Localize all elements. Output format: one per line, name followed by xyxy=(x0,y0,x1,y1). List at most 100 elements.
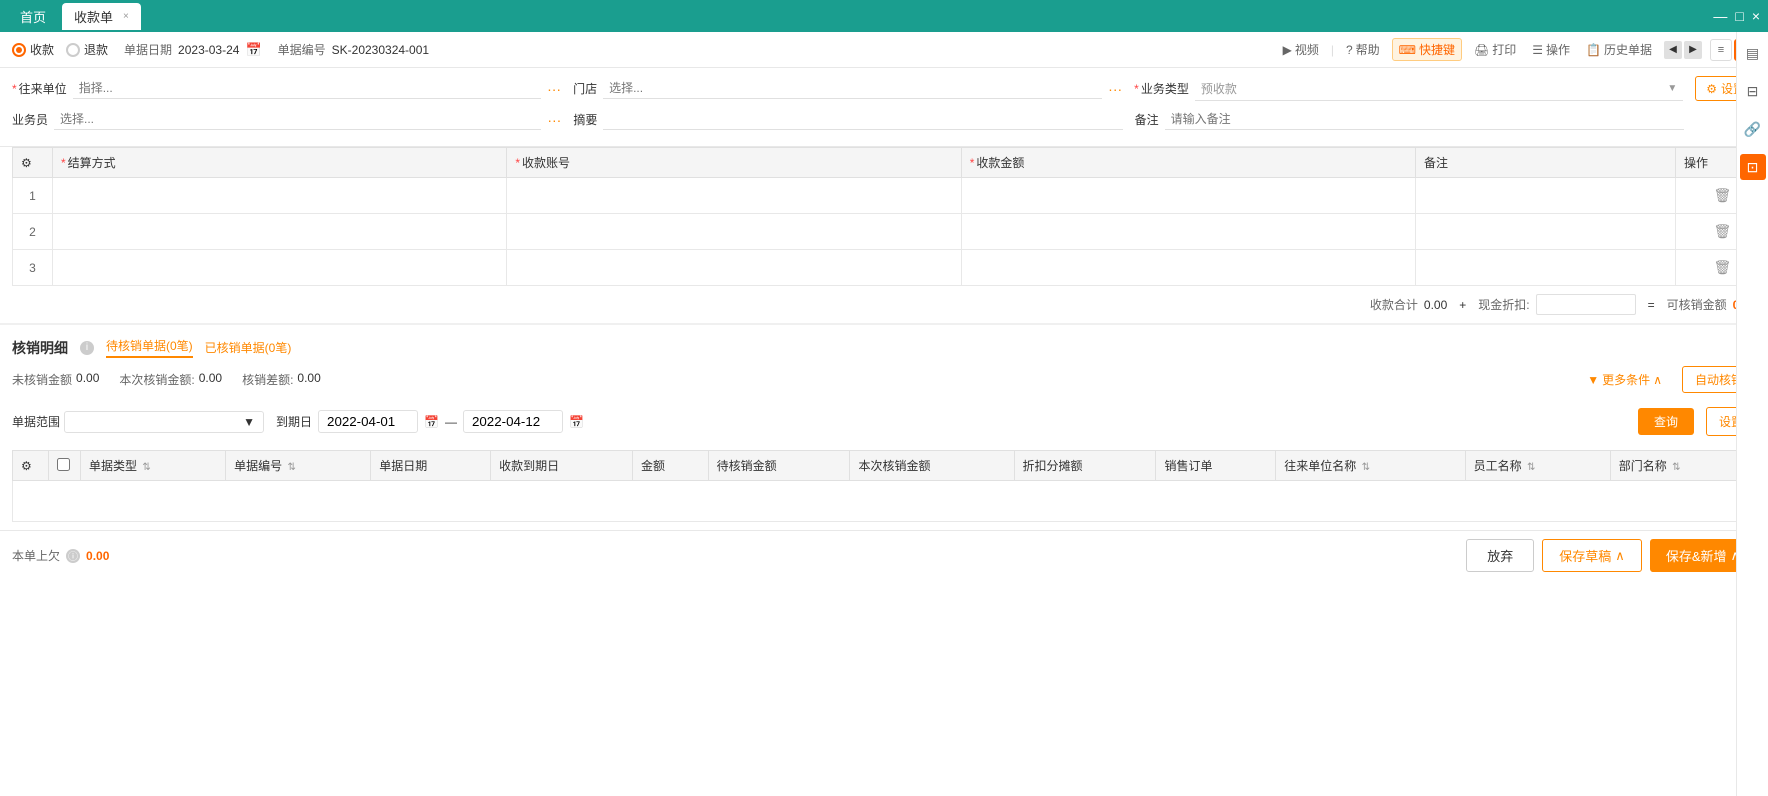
delete-row-2-button[interactable]: 🗑 xyxy=(1713,223,1731,240)
abandon-button[interactable]: 放弃 xyxy=(1466,539,1534,572)
tab-home[interactable]: 首页 xyxy=(8,3,58,30)
maximize-button[interactable]: □ xyxy=(1735,8,1743,24)
help-label: 帮助 xyxy=(1356,41,1380,58)
staff-more-icon[interactable]: ··· xyxy=(547,112,561,128)
discount-input[interactable] xyxy=(1536,294,1636,315)
cell-note-3[interactable] xyxy=(1416,250,1676,286)
footer-buttons: 放弃 保存草稿 ∧ 保存&新增 ∧ xyxy=(1466,539,1756,572)
cell-amount-3[interactable] xyxy=(961,250,1415,286)
query-button[interactable]: 查询 xyxy=(1638,408,1694,435)
gear-icon: ⚙ xyxy=(1706,82,1717,96)
th-account-label: 收款账号 xyxy=(515,156,570,170)
close-button[interactable]: × xyxy=(1752,8,1760,24)
radio-refund-label: 退款 xyxy=(84,41,108,58)
cell-settlement-1[interactable] xyxy=(53,178,507,214)
date-to-input[interactable] xyxy=(463,410,563,433)
tab-receipt-label: 收款单 xyxy=(74,7,113,26)
sort-type-icon[interactable]: ⇅ xyxy=(142,462,150,473)
bth-date: 单据日期 xyxy=(371,451,491,481)
bth-order: 销售订单 xyxy=(1156,451,1276,481)
sort-partner-icon[interactable]: ⇅ xyxy=(1362,462,1370,473)
sidebar-list-icon[interactable]: ⊟ xyxy=(1740,78,1766,104)
date-separator: — xyxy=(445,415,457,429)
range-chevron-icon: ▼ xyxy=(243,415,255,429)
store-more-icon[interactable]: ··· xyxy=(1108,81,1122,97)
done-tab[interactable]: 已核销单据(0笔) xyxy=(205,339,292,356)
biz-type-select[interactable]: 预收款 ▼ xyxy=(1195,77,1683,101)
save-draft-button[interactable]: 保存草稿 ∧ xyxy=(1542,539,1642,572)
cell-note-1[interactable] xyxy=(1416,178,1676,214)
total-label: 收款合计 xyxy=(1370,296,1418,313)
cell-settlement-2[interactable] xyxy=(53,214,507,250)
range-select[interactable]: ▼ xyxy=(64,411,264,433)
calendar-from-icon[interactable]: 📅 xyxy=(424,415,439,429)
history-icon: 📋 xyxy=(1586,43,1601,57)
range-filter: 单据范围 ▼ xyxy=(12,411,264,433)
partner-more-icon[interactable]: ··· xyxy=(547,81,561,97)
sort-dept-icon[interactable]: ⇅ xyxy=(1672,462,1680,473)
sidebar-expand-icon[interactable]: ⊡ xyxy=(1740,154,1766,180)
next-button[interactable]: ▶ xyxy=(1684,41,1702,59)
history-action[interactable]: 📋 历史单据 xyxy=(1582,39,1656,60)
store-input[interactable] xyxy=(603,78,1102,99)
delete-row-3-button[interactable]: 🗑 xyxy=(1713,259,1731,276)
recon-info-icon[interactable]: i xyxy=(80,341,94,355)
tab-receipt[interactable]: 收款单 × xyxy=(62,3,141,30)
summary-input[interactable] xyxy=(603,109,1122,130)
date-label: 单据日期 xyxy=(124,41,172,58)
bth-settings[interactable]: ⚙ xyxy=(13,451,49,481)
ops-action[interactable]: ☰ 操作 xyxy=(1528,39,1574,60)
cell-account-2[interactable] xyxy=(507,214,961,250)
recon-title: 核销明细 xyxy=(12,338,68,358)
delete-row-1-button[interactable]: 🗑 xyxy=(1713,187,1731,204)
unchecked-label: 未核销金额 xyxy=(12,371,72,388)
print-action[interactable]: 🖨 打印 xyxy=(1470,39,1520,60)
staff-field: 业务员 ··· xyxy=(12,109,561,130)
date-from-input[interactable] xyxy=(318,410,418,433)
period-info-icon[interactable]: ⓘ xyxy=(66,549,80,563)
bottom-table: ⚙ 单据类型 ⇅ 单据编号 ⇅ 单据日期 xyxy=(12,450,1756,522)
bth-checkbox[interactable] xyxy=(49,451,81,481)
minimize-button[interactable]: — xyxy=(1713,8,1727,24)
th-settings[interactable]: ⚙ xyxy=(13,148,53,178)
radio-refund[interactable]: 退款 xyxy=(66,41,108,58)
shortcut-action[interactable]: ⌨ 快捷键 xyxy=(1392,38,1462,61)
history-label: 历史单据 xyxy=(1604,41,1652,58)
sidebar-link-icon[interactable]: 🔗 xyxy=(1740,116,1766,142)
calendar-to-icon[interactable]: 📅 xyxy=(569,415,584,429)
note-field: 备注 xyxy=(1135,109,1684,130)
select-all-checkbox[interactable] xyxy=(57,458,70,471)
footer-left: 本单上欠 ⓘ 0.00 xyxy=(12,547,109,564)
note-input[interactable] xyxy=(1165,109,1684,130)
shortcut-label: 快捷键 xyxy=(1419,41,1455,58)
cell-note-2[interactable] xyxy=(1416,214,1676,250)
number-value: SK-20230324-001 xyxy=(332,43,429,57)
table-row: 2 🗑 ⊕ xyxy=(13,214,1756,250)
cell-settlement-3[interactable] xyxy=(53,250,507,286)
form-row-1: 往来单位 ··· 门店 ··· 业务类型 预收款 ▼ ⚙ 设置 xyxy=(12,76,1756,101)
cell-account-1[interactable] xyxy=(507,178,961,214)
sort-staff-icon[interactable]: ⇅ xyxy=(1527,462,1535,473)
cell-amount-2[interactable] xyxy=(961,214,1415,250)
th-account: 收款账号 xyxy=(507,148,961,178)
cell-account-3[interactable] xyxy=(507,250,961,286)
partner-input[interactable] xyxy=(73,78,541,99)
pending-tab[interactable]: 待核销单据(0笔) xyxy=(106,337,193,358)
help-action[interactable]: ? 帮助 xyxy=(1342,39,1384,60)
staff-input[interactable] xyxy=(54,109,541,130)
reconciliation-section: 核销明细 i 待核销单据(0笔) 已核销单据(0笔) 未核销金额 0.00 本次… xyxy=(0,329,1768,530)
list-layout-button[interactable]: ≡ xyxy=(1710,39,1732,61)
video-action[interactable]: ▶ 视频 xyxy=(1279,39,1323,60)
print-icon: 🖨 xyxy=(1474,43,1489,57)
sort-number-icon[interactable]: ⇅ xyxy=(287,462,295,473)
bottom-table-row xyxy=(13,481,1756,522)
more-filter-button[interactable]: ▼ 更多条件 ∧ xyxy=(1587,371,1662,388)
tab-close-icon[interactable]: × xyxy=(123,11,129,22)
th-settlement-label: 结算方式 xyxy=(61,156,116,170)
sidebar-table-icon[interactable]: ▤ xyxy=(1740,40,1766,66)
calendar-icon[interactable]: 📅 xyxy=(245,42,261,58)
radio-income[interactable]: 收款 xyxy=(12,41,54,58)
cell-amount-1[interactable] xyxy=(961,178,1415,214)
prev-button[interactable]: ◀ xyxy=(1664,41,1682,59)
ops-label: 操作 xyxy=(1546,41,1570,58)
